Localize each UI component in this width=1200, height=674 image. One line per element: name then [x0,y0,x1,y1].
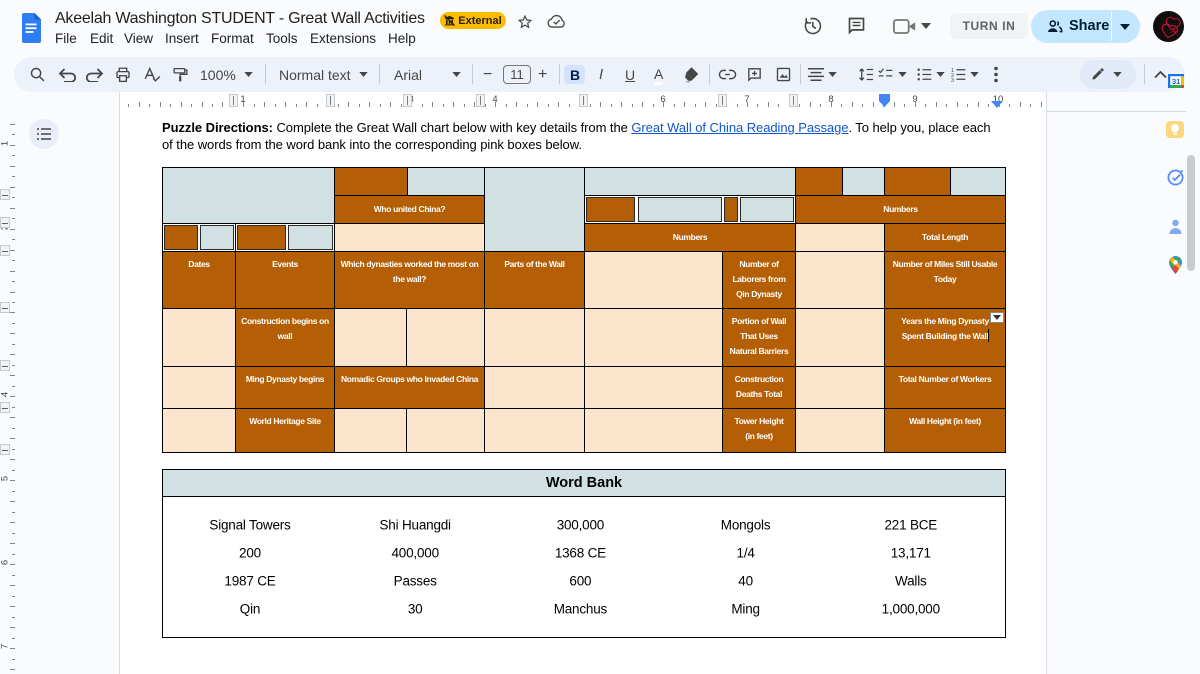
svg-text:31: 31 [1172,77,1180,86]
svg-text:A: A [1171,27,1176,35]
svg-text:L: L [1165,19,1170,27]
svg-text:3: 3 [951,78,954,82]
